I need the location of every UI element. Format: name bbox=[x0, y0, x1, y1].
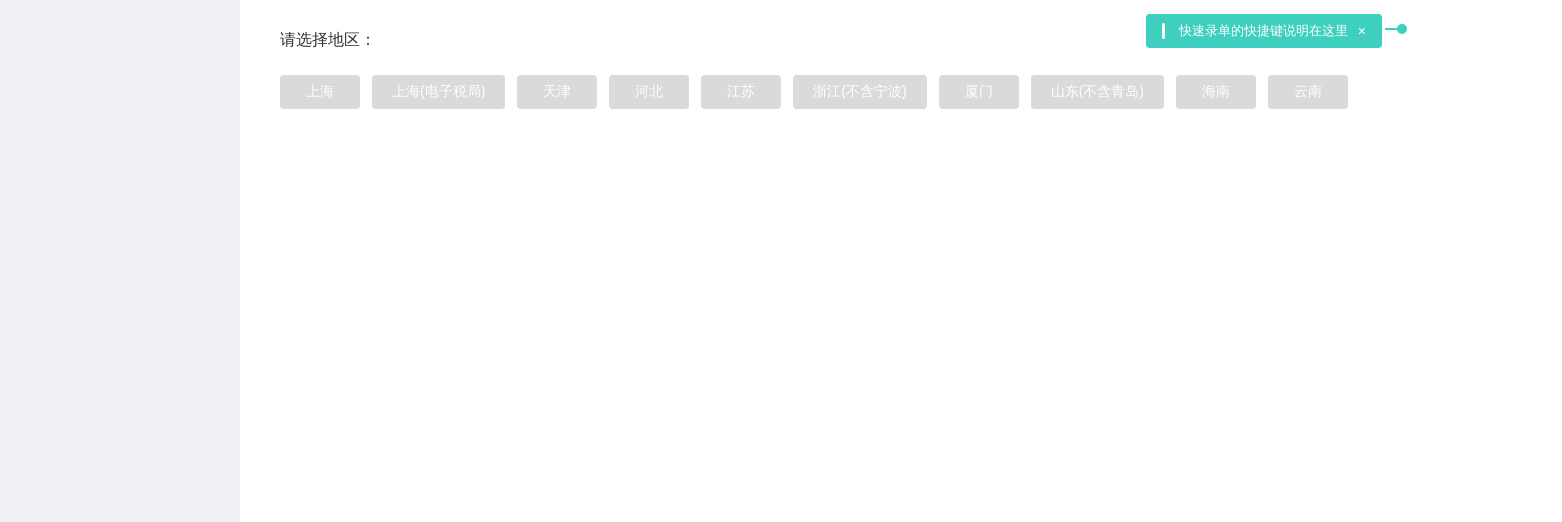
region-buttons: 上海上海(电子税局) 天津河北江苏浙江(不含宁波) 厦门山东(不含青岛) 海南云南 bbox=[280, 75, 1522, 109]
tooltip-dot bbox=[1397, 24, 1407, 34]
region-button[interactable]: 江苏 bbox=[701, 75, 781, 109]
sidebar bbox=[0, 0, 240, 522]
region-button[interactable]: 厦门 bbox=[939, 75, 1019, 109]
region-button[interactable]: 浙江(不含宁波) bbox=[793, 75, 926, 109]
region-button[interactable]: 上海(电子税局) bbox=[372, 75, 505, 109]
region-button[interactable]: 上海 bbox=[280, 75, 360, 109]
tooltip-text: 快速录单的快捷键说明在这里 bbox=[1179, 22, 1348, 40]
region-button[interactable]: 天津 bbox=[517, 75, 597, 109]
region-button[interactable]: 河北 bbox=[609, 75, 689, 109]
region-button[interactable]: 云南 bbox=[1268, 75, 1348, 109]
tooltip-close-button[interactable]: × bbox=[1358, 23, 1366, 39]
tooltip-banner: 快速录单的快捷键说明在这里 × bbox=[1146, 14, 1382, 48]
region-button[interactable]: 山东(不含青岛) bbox=[1031, 75, 1164, 109]
region-button[interactable]: 海南 bbox=[1176, 75, 1256, 109]
main-content: 请选择地区： 上海上海(电子税局)天津河北江苏浙江(不含宁波)厦门山东(不含青岛… bbox=[240, 0, 1562, 522]
